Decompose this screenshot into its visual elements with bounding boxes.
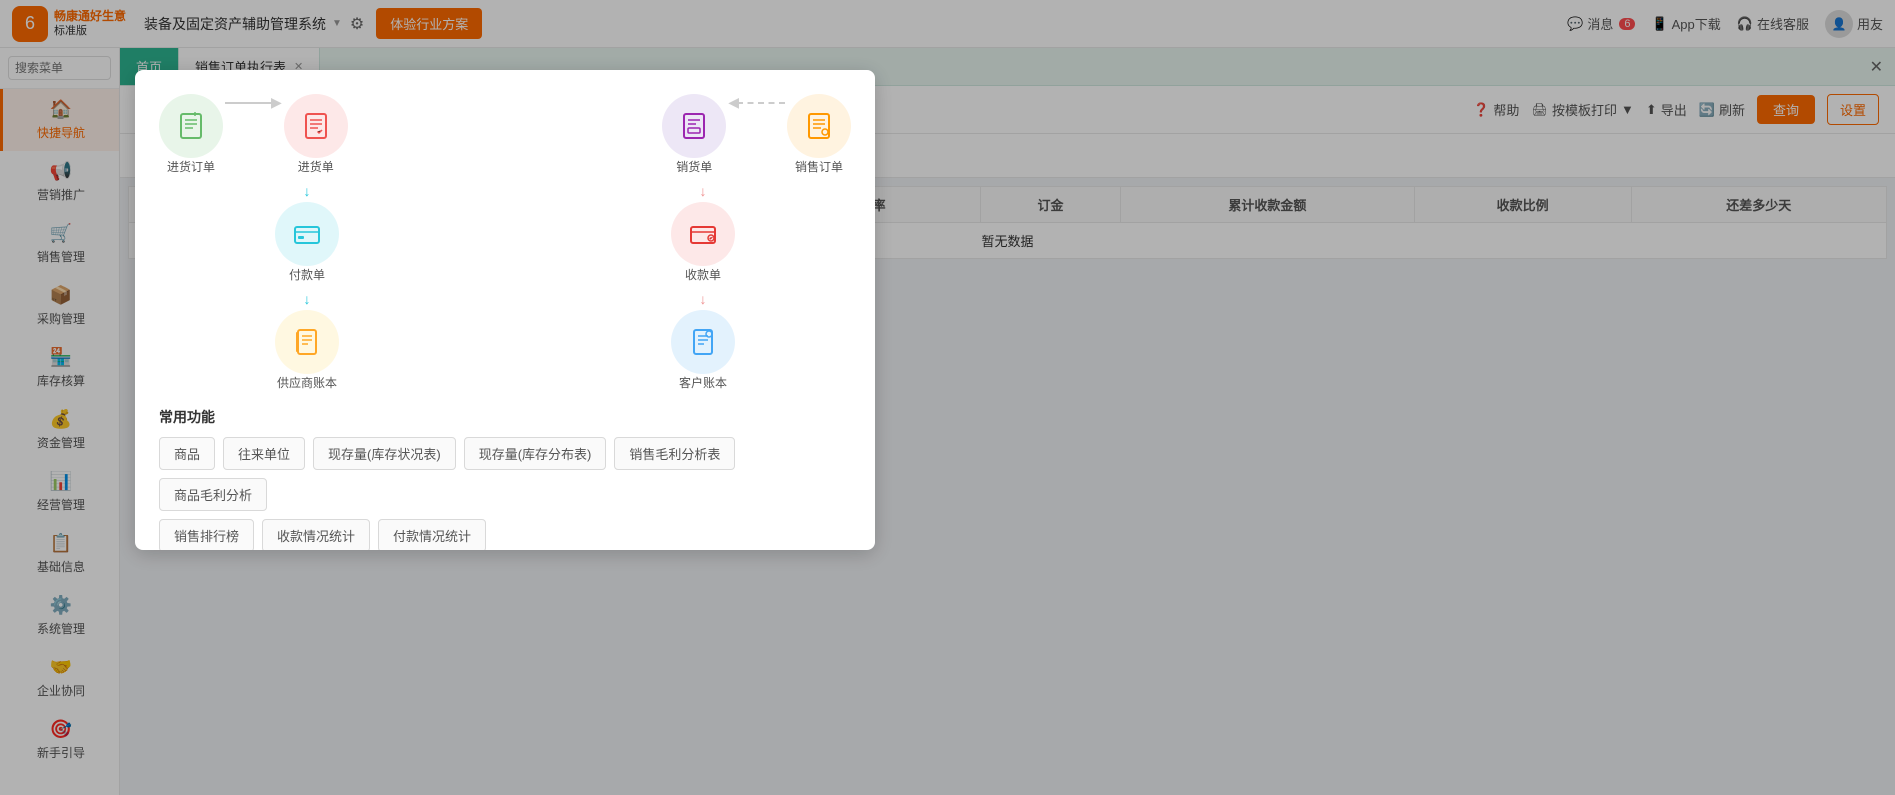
sale-order-label: 销售订单	[795, 158, 843, 175]
customer-ledger-icon[interactable]	[671, 310, 735, 374]
func-btn-product-margin[interactable]: 商品毛利分析	[159, 478, 267, 511]
receipt-bill-icon[interactable]	[671, 202, 735, 266]
purchase-order-icon[interactable]	[159, 94, 223, 158]
modal-overlay[interactable]: 进货订单 ▶ 进货单 销	[0, 0, 1895, 795]
sale-bill-icon[interactable]	[662, 94, 726, 158]
func-btn-payment-stats[interactable]: 付款情况统计	[378, 519, 486, 550]
function-grid: 商品 往来单位 现存量(库存状况表) 现存量(库存分布表) 销售毛利分析表 商品…	[159, 437, 851, 511]
payment-bill-icon[interactable]	[275, 202, 339, 266]
supplier-ledger-label: 供应商账本	[277, 374, 337, 391]
supplier-ledger-icon[interactable]	[275, 310, 339, 374]
func-btn-sales-rank[interactable]: 销售排行榜	[159, 519, 254, 550]
quick-nav-modal: 进货订单 ▶ 进货单 销	[135, 70, 875, 550]
receipt-bill-label: 收款单	[685, 266, 721, 283]
purchase-order-label: 进货订单	[167, 158, 215, 175]
common-functions-title: 常用功能	[159, 407, 851, 427]
func-btn-partner[interactable]: 往来单位	[223, 437, 305, 470]
func-btn-stock-dist[interactable]: 现存量(库存分布表)	[464, 437, 607, 470]
customer-ledger-label: 客户账本	[679, 374, 727, 391]
func-btn-receipt-stats[interactable]: 收款情况统计	[262, 519, 370, 550]
func-btn-sales-margin[interactable]: 销售毛利分析表	[614, 437, 735, 470]
purchase-bill-label: 进货单	[298, 158, 334, 175]
sale-order-icon[interactable]	[787, 94, 851, 158]
purchase-bill-icon[interactable]	[284, 94, 348, 158]
func-btn-stock-status[interactable]: 现存量(库存状况表)	[313, 437, 456, 470]
function-grid-2: 销售排行榜 收款情况统计 付款情况统计	[159, 519, 851, 550]
sale-bill-label: 销货单	[676, 158, 712, 175]
payment-bill-label: 付款单	[289, 266, 325, 283]
func-btn-product[interactable]: 商品	[159, 437, 215, 470]
